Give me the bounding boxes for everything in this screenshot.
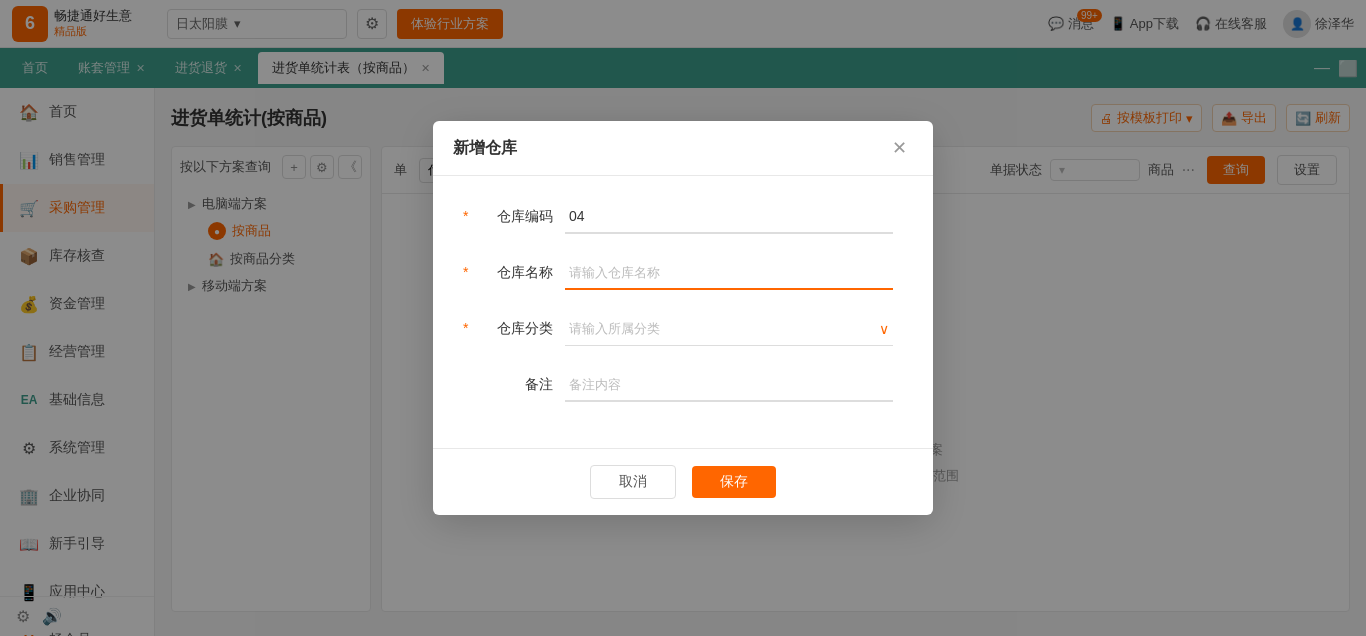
category-select[interactable]: 请输入所属分类 ∨ bbox=[565, 312, 893, 346]
modal-title: 新增仓库 bbox=[453, 138, 517, 159]
modal-close-button[interactable]: ✕ bbox=[886, 137, 913, 159]
note-label: 备注 bbox=[473, 376, 553, 394]
cancel-button[interactable]: 取消 bbox=[590, 465, 676, 499]
form-row-name: 仓库名称 bbox=[473, 256, 893, 290]
form-row-note: 备注 bbox=[473, 368, 893, 402]
modal-body: 仓库编码 仓库名称 仓库分类 请输入所属分类 ∨ 备注 bbox=[433, 176, 933, 448]
modal-footer: 取消 保存 bbox=[433, 448, 933, 515]
category-label: 仓库分类 bbox=[473, 320, 553, 338]
name-input[interactable] bbox=[565, 256, 893, 290]
modal-dialog: 新增仓库 ✕ 仓库编码 仓库名称 仓库分类 请输入所属分类 ∨ bbox=[433, 121, 933, 515]
modal-overlay: 新增仓库 ✕ 仓库编码 仓库名称 仓库分类 请输入所属分类 ∨ bbox=[0, 0, 1366, 636]
name-label: 仓库名称 bbox=[473, 264, 553, 282]
save-button[interactable]: 保存 bbox=[692, 466, 776, 498]
category-arrow-icon: ∨ bbox=[879, 321, 889, 337]
note-input[interactable] bbox=[565, 368, 893, 402]
code-input[interactable] bbox=[565, 200, 893, 234]
modal-header: 新增仓库 ✕ bbox=[433, 121, 933, 176]
form-row-category: 仓库分类 请输入所属分类 ∨ bbox=[473, 312, 893, 346]
form-row-code: 仓库编码 bbox=[473, 200, 893, 234]
category-placeholder: 请输入所属分类 bbox=[569, 320, 660, 338]
code-label: 仓库编码 bbox=[473, 208, 553, 226]
